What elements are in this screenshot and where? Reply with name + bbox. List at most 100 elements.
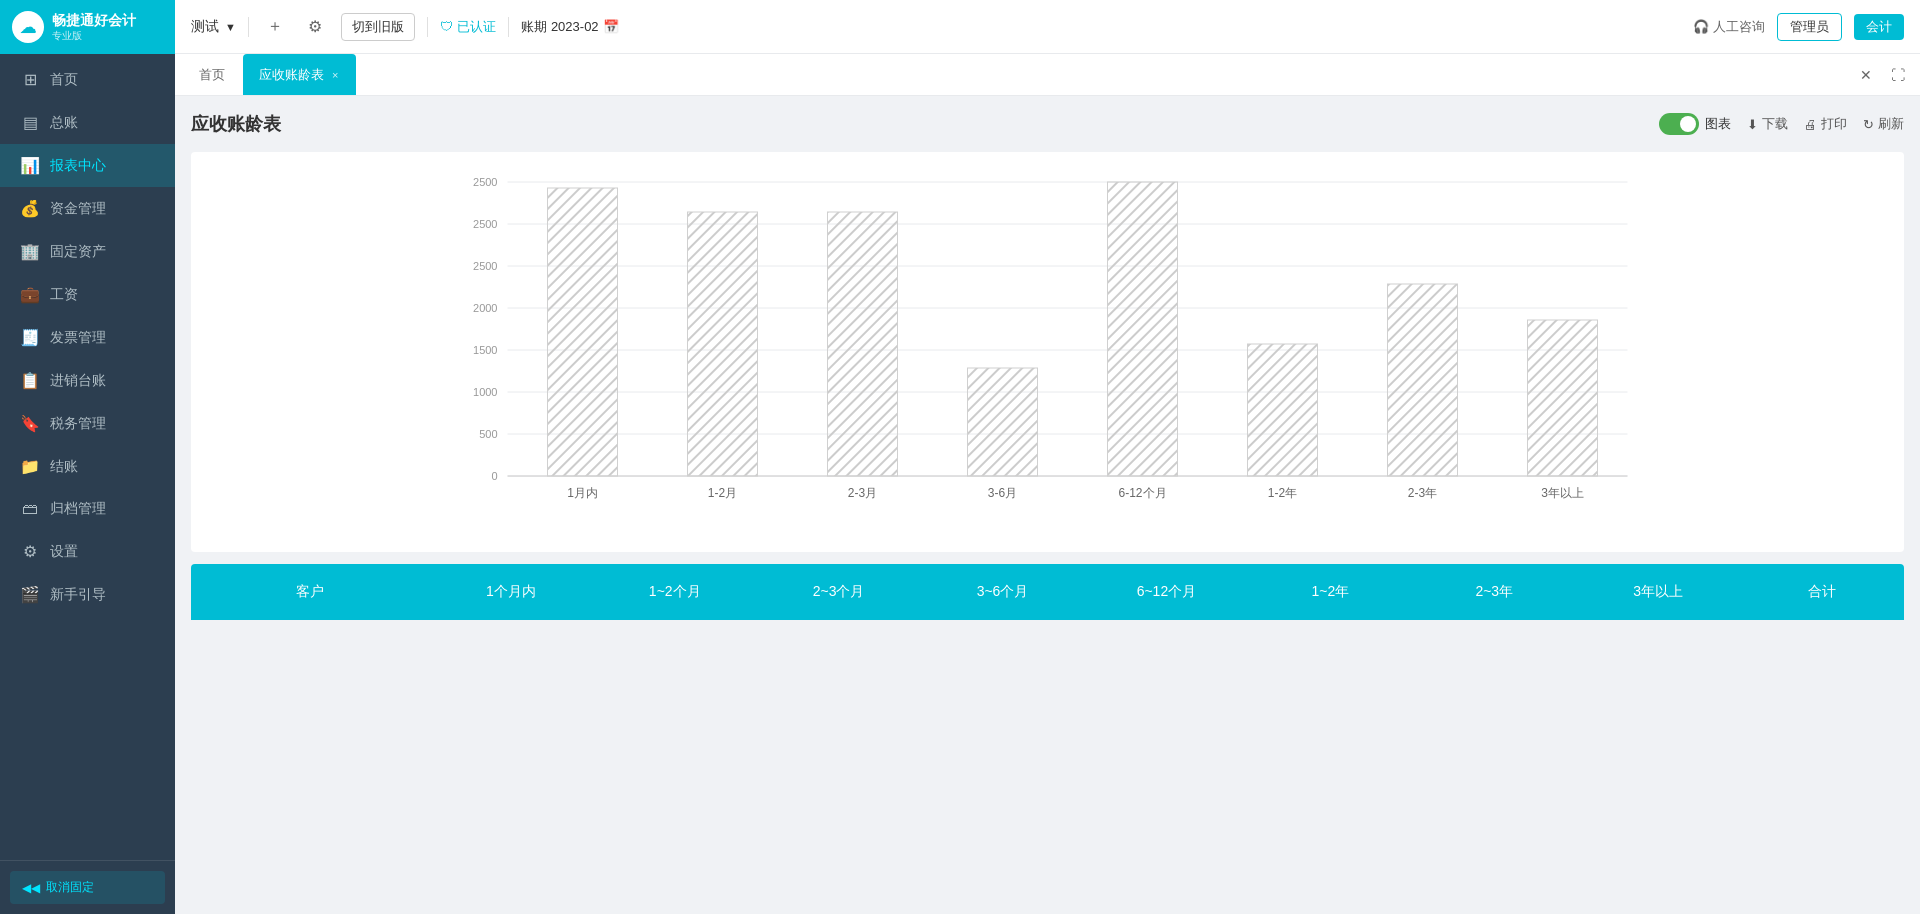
svg-text:500: 500: [479, 428, 497, 440]
svg-text:2-3年: 2-3年: [1408, 486, 1437, 500]
sidebar-item-guide[interactable]: 🎬新手引导: [0, 573, 175, 616]
add-button[interactable]: ＋: [261, 13, 289, 41]
tab-receivable-aging[interactable]: 应收账龄表 ×: [243, 54, 356, 95]
refresh-button[interactable]: ↻ 刷新: [1863, 115, 1904, 133]
sidebar-label-tax: 税务管理: [50, 415, 106, 433]
tab-active-label: 应收账龄表: [259, 66, 324, 84]
period-label: 账期: [521, 18, 547, 36]
sidebar-label-archive: 归档管理: [50, 500, 106, 518]
bar-3年以上: [1528, 320, 1598, 476]
sidebar-label-invoice: 发票管理: [50, 329, 106, 347]
close-window-button[interactable]: ✕: [1852, 61, 1880, 89]
sidebar-item-payroll[interactable]: 💼工资: [0, 273, 175, 316]
app-edition: 专业版: [52, 29, 136, 43]
sidebar-label-funds: 资金管理: [50, 200, 106, 218]
table-header-2: 1~2个月: [593, 583, 757, 601]
sidebar-item-archive[interactable]: 🗃 归档管理: [0, 488, 175, 530]
cancel-fix-button[interactable]: ◀◀ 取消固定: [10, 871, 165, 904]
chart-toggle-switch[interactable]: [1659, 113, 1699, 135]
tab-home[interactable]: 首页: [183, 54, 241, 95]
sidebar-label-ledger: 总账: [50, 114, 78, 132]
consult-label: 人工咨询: [1713, 18, 1765, 36]
sidebar-item-ledger[interactable]: ▤ 总账: [0, 101, 175, 144]
bar-chart: 2500 2500 2500 2000 1500 1000 500 0: [211, 172, 1884, 532]
sidebar-label-purchase-sales: 进销台账: [50, 372, 106, 390]
svg-text:2500: 2500: [473, 218, 497, 230]
topbar: 测试 ▼ ＋ ⚙ 切到旧版 🛡 已认证 账期 2023-02 📅 🎧 人工咨询 …: [175, 0, 1920, 54]
sidebar-item-assets[interactable]: 🏢固定资产: [0, 230, 175, 273]
sidebar-item-settings[interactable]: ⚙ 设置: [0, 530, 175, 573]
page-content: 应收账龄表 图表 ⬇ 下载 🖨 打印 ↻: [175, 96, 1920, 914]
settings-icon: ⚙: [20, 542, 40, 561]
print-button[interactable]: 🖨 打印: [1804, 115, 1847, 133]
sidebar-item-reports[interactable]: 📊报表中心: [0, 144, 175, 187]
sidebar-item-tax[interactable]: 🔖税务管理: [0, 402, 175, 445]
pin-icon: ◀◀: [22, 881, 40, 895]
svg-text:2000: 2000: [473, 302, 497, 314]
table-header-4: 3~6个月: [921, 583, 1085, 601]
table-header-3: 2~3个月: [757, 583, 921, 601]
chevron-down-icon: ▼: [225, 21, 236, 33]
content-area: 应收账龄表 图表 ⬇ 下载 🖨 打印 ↻: [175, 96, 1920, 914]
svg-text:2500: 2500: [473, 176, 497, 188]
download-icon: ⬇: [1747, 117, 1758, 132]
user-button[interactable]: 管理员: [1777, 13, 1842, 41]
bar-1-2月: [688, 212, 758, 476]
app-name: 畅捷通好会计: [52, 11, 136, 29]
table-header-9: 合计: [1740, 583, 1904, 601]
guide-icon: 🎬: [20, 585, 40, 604]
chart-toggle-label: 图表: [1705, 115, 1731, 133]
sidebar-label-settings: 设置: [50, 543, 78, 561]
svg-text:6-12个月: 6-12个月: [1118, 486, 1166, 500]
tab-close-icon[interactable]: ×: [330, 68, 340, 82]
company-selector[interactable]: 测试 ▼: [191, 18, 236, 36]
sidebar-item-home[interactable]: ⊞首页: [0, 58, 175, 101]
headset-icon: 🎧: [1693, 19, 1709, 34]
bar-6-12月: [1108, 182, 1178, 476]
sidebar-item-purchase-sales[interactable]: 📋进销台账: [0, 359, 175, 402]
chart-toggle[interactable]: 图表: [1659, 113, 1731, 135]
page-title: 应收账龄表: [191, 112, 281, 136]
calendar-icon[interactable]: 📅: [603, 19, 619, 34]
tab-home-label: 首页: [199, 66, 225, 84]
sidebar-item-closing[interactable]: 📁结账: [0, 445, 175, 488]
cancel-fix-label: 取消固定: [46, 879, 94, 896]
svg-text:1-2年: 1-2年: [1268, 486, 1297, 500]
archive-icon: 🗃: [20, 500, 40, 518]
svg-text:2-3月: 2-3月: [848, 486, 877, 500]
sidebar-label-reports: 报表中心: [50, 157, 106, 175]
bar-1-2年: [1248, 344, 1318, 476]
company-name: 测试: [191, 18, 219, 36]
download-button[interactable]: ⬇ 下载: [1747, 115, 1788, 133]
table-header-5: 6~12个月: [1084, 583, 1248, 601]
invoice-icon: 🧾: [20, 328, 40, 347]
funds-icon: 💰: [20, 199, 40, 218]
chart-container: 2500 2500 2500 2000 1500 1000 500 0: [191, 152, 1904, 552]
topbar-divider-3: [508, 17, 509, 37]
sidebar-item-invoice[interactable]: 🧾 发票管理: [0, 316, 175, 359]
home-icon: ⊞: [20, 70, 40, 89]
shield-icon: 🛡: [440, 19, 453, 34]
ledger-icon: ▤: [20, 113, 40, 132]
sidebar-item-funds[interactable]: 💰 资金管理: [0, 187, 175, 230]
tabs-right: ✕ ⛶: [1852, 61, 1912, 89]
topbar-right: 🎧 人工咨询 管理员 会计: [1693, 13, 1904, 41]
sidebar-bottom: ◀◀ 取消固定: [0, 860, 175, 914]
settings-icon[interactable]: ⚙: [301, 13, 329, 41]
table-header-0: 客户: [191, 583, 429, 601]
switch-version-button[interactable]: 切到旧版: [341, 13, 415, 41]
sidebar: ☁ 畅捷通好会计 专业版 ⊞首页▤总账📊报表中心💰资金管理🏢固定资产💼工资🧾发票…: [0, 0, 175, 914]
table-header-1: 1个月内: [429, 583, 593, 601]
role-button[interactable]: 会计: [1854, 14, 1904, 40]
topbar-divider-1: [248, 17, 249, 37]
page-header: 应收账龄表 图表 ⬇ 下载 🖨 打印 ↻: [191, 112, 1904, 136]
chart-area: 2500 2500 2500 2000 1500 1000 500 0: [211, 172, 1884, 532]
svg-text:1-2月: 1-2月: [708, 486, 737, 500]
consult-button[interactable]: 🎧 人工咨询: [1693, 18, 1765, 36]
svg-text:3-6月: 3-6月: [988, 486, 1017, 500]
expand-button[interactable]: ⛶: [1884, 61, 1912, 89]
sidebar-label-payroll: 工资: [50, 286, 78, 304]
svg-text:1月内: 1月内: [567, 486, 598, 500]
svg-text:2500: 2500: [473, 260, 497, 272]
table-header-6: 1~2年: [1248, 583, 1412, 601]
